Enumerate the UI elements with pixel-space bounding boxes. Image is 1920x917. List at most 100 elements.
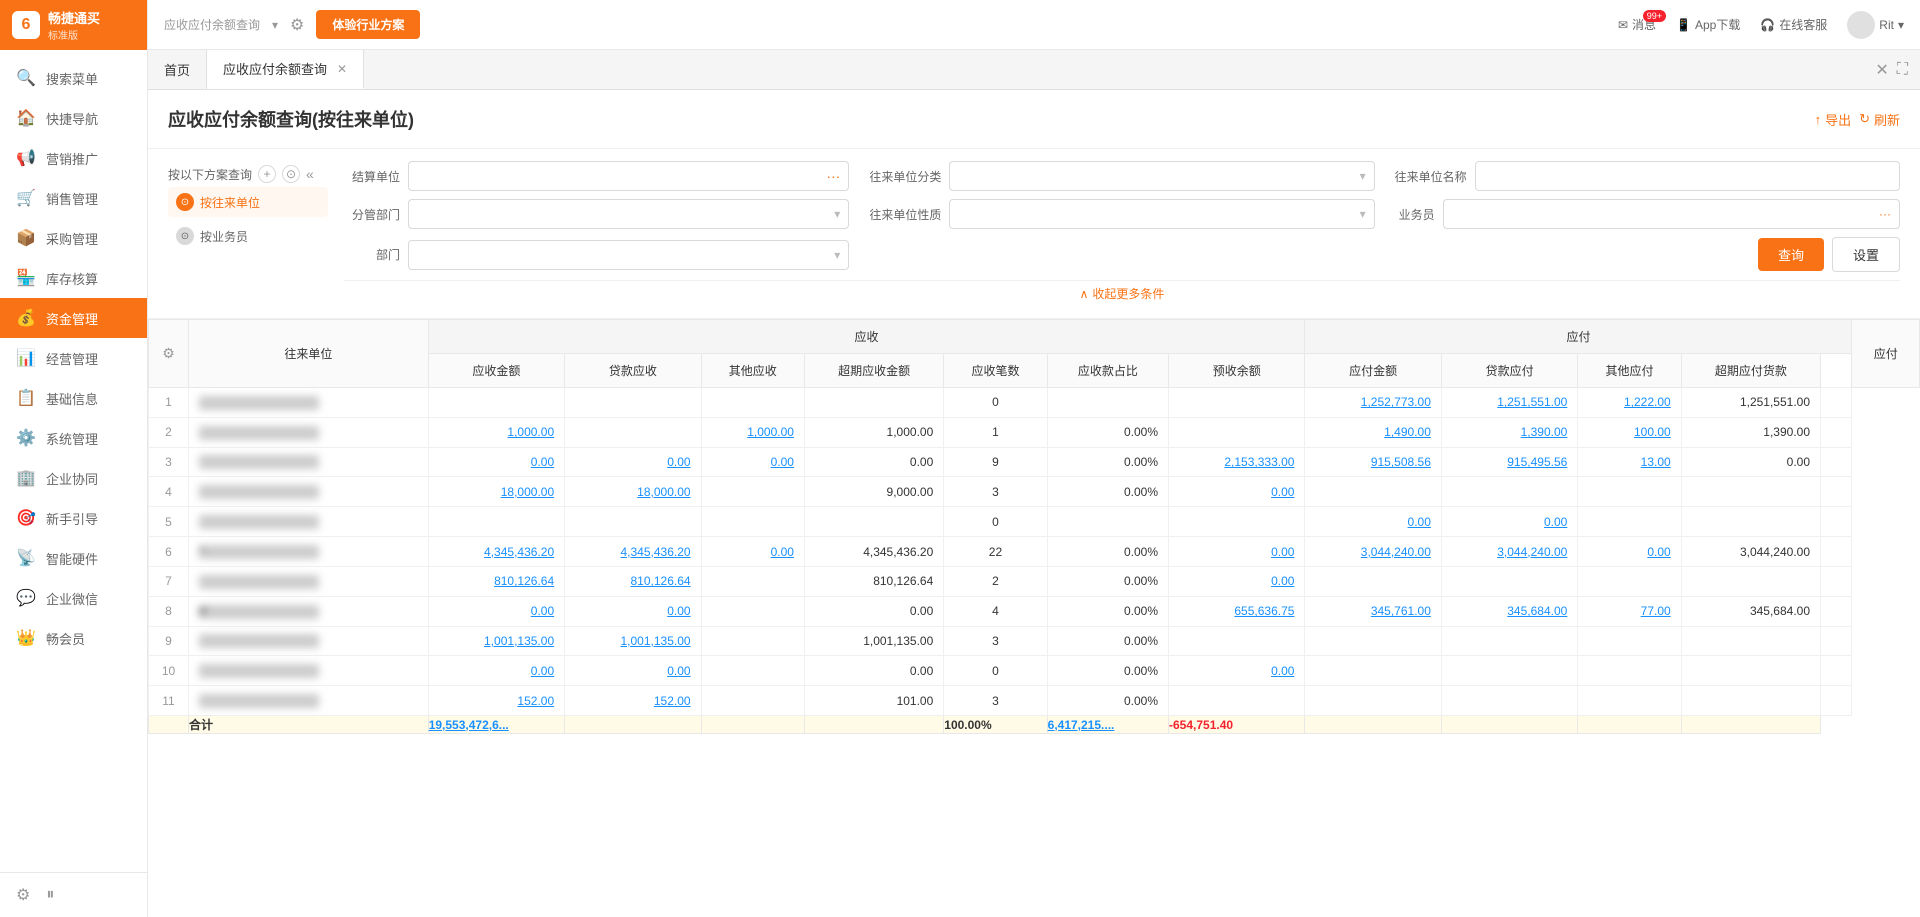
header-breadcrumb: 应收应付余额查询 — [164, 16, 260, 33]
table-cell-link[interactable]: 0.00 — [565, 447, 701, 477]
table-cell-link[interactable]: 18,000.00 — [428, 477, 564, 507]
table-cell-link[interactable]: 1,000.00 — [701, 417, 804, 447]
table-cell-link[interactable]: 1,490.00 — [1305, 417, 1441, 447]
table-cell-link[interactable]: 345,684.00 — [1441, 596, 1577, 626]
sidebar-item-inventory[interactable]: 🏪 库存核算 — [0, 258, 147, 298]
sidebar-item-quicknav[interactable]: 🏠 快捷导航 — [0, 98, 147, 138]
tfoot-receivable-amount[interactable]: 19,553,472,6... — [428, 716, 564, 734]
table-cell: 6 — [149, 537, 189, 567]
user-menu[interactable]: Rit ▾ — [1847, 11, 1904, 39]
sidebar-item-member[interactable]: 👑 畅会员 — [0, 618, 147, 658]
sidebar-item-operations[interactable]: 📊 经营管理 — [0, 338, 147, 378]
footer-settings-icon[interactable]: ⚙ — [16, 885, 30, 905]
sidebar-item-enterprise[interactable]: 🏢 企业协同 — [0, 458, 147, 498]
partner-nature-input[interactable]: ▾ — [949, 199, 1374, 229]
table-cell-link[interactable]: 0.00 — [701, 537, 804, 567]
sidebar-item-purchase[interactable]: 📦 采购管理 — [0, 218, 147, 258]
sidebar-item-system[interactable]: ⚙️ 系统管理 — [0, 418, 147, 458]
solution-button[interactable]: 体验行业方案 — [316, 10, 420, 39]
message-button[interactable]: ✉ 消息 99+ — [1618, 16, 1656, 33]
sidebar-item-basic[interactable]: 📋 基础信息 — [0, 378, 147, 418]
dept-manager-input[interactable]: ▾ — [408, 199, 849, 229]
table-cell-link[interactable]: 13.00 — [1578, 447, 1681, 477]
table-cell-link[interactable]: 655,636.75 — [1169, 596, 1305, 626]
table-cell-link[interactable]: 0.00 — [701, 447, 804, 477]
sidebar-item-sales[interactable]: 🛒 销售管理 — [0, 178, 147, 218]
table-cell-link[interactable]: 4,345,436.20 — [565, 537, 701, 567]
table-cell-link[interactable]: 152.00 — [428, 686, 564, 716]
export-button[interactable]: ↑ 导出 — [1815, 110, 1852, 129]
sidebar-item-search[interactable]: 🔍 搜索菜单 — [0, 58, 147, 98]
tab-expand-btn[interactable]: ⛶ — [1897, 61, 1908, 79]
table-settings-icon[interactable]: ⚙ — [162, 345, 175, 361]
table-cell-link — [1305, 656, 1441, 686]
table-cell-link[interactable]: 0.00 — [428, 447, 564, 477]
sidebar-item-guide[interactable]: 🎯 新手引导 — [0, 498, 147, 538]
sidebar-item-hardware[interactable]: 📡 智能硬件 — [0, 538, 147, 578]
table-cell-link[interactable]: 0.00 — [1578, 537, 1681, 567]
table-wrapper: ⚙ 往来单位 应收 应付 应付 应收金额 贷款应收 其他应收 超期应收金额 — [148, 319, 1920, 734]
settings-button[interactable]: 设置 — [1832, 237, 1900, 272]
table-cell-link[interactable]: 2,153,333.00 — [1169, 447, 1305, 477]
th-loan-payable: 贷款应付 — [1441, 354, 1577, 388]
query-button[interactable]: 查询 — [1758, 238, 1824, 271]
settlement-unit-input[interactable]: ··· — [408, 161, 849, 191]
tab-close-icon[interactable]: ✕ — [337, 62, 347, 76]
edit-filter-btn[interactable]: ⊙ — [282, 165, 300, 183]
table-cell-link[interactable]: 810,126.64 — [428, 566, 564, 596]
app-download-button[interactable]: 📱 App下载 — [1676, 16, 1740, 33]
footer-collapse-icon[interactable]: ⏸ — [46, 886, 54, 904]
filter-collapse-btn[interactable]: ∧ 收起更多条件 — [344, 280, 1900, 306]
add-filter-btn[interactable]: + — [258, 165, 276, 183]
table-cell-link[interactable]: 3,044,240.00 — [1441, 537, 1577, 567]
table-cell-link[interactable]: 100.00 — [1578, 417, 1681, 447]
tab-home[interactable]: 首页 — [148, 50, 207, 89]
sidebar-item-marketing[interactable]: 📢 营销推广 — [0, 138, 147, 178]
table-cell-link[interactable]: 0.00 — [1305, 507, 1441, 537]
filter-collapse-left-btn[interactable]: « — [306, 166, 314, 182]
salesman-input[interactable]: ··· — [1443, 199, 1900, 229]
table-cell-link[interactable]: 1,001,135.00 — [428, 626, 564, 656]
sidebar-item-wechat[interactable]: 💬 企业微信 — [0, 578, 147, 618]
tab-close-btn[interactable]: ✕ — [1875, 60, 1888, 80]
table-cell-link[interactable]: 1,251,551.00 — [1441, 388, 1577, 418]
table-cell-link[interactable]: 0.00 — [565, 656, 701, 686]
service-button[interactable]: 🎧 在线客服 — [1760, 16, 1827, 33]
partner-name-input[interactable] — [1475, 161, 1900, 191]
partner-category-input[interactable]: ▾ — [949, 161, 1374, 191]
table-cell-link[interactable]: 0.00 — [1169, 537, 1305, 567]
table-cell-link[interactable]: 1,001,135.00 — [565, 626, 701, 656]
table-cell-link[interactable]: 0.00 — [428, 596, 564, 626]
table-cell-link[interactable]: 0.00 — [1169, 477, 1305, 507]
table-cell-link[interactable]: 1,222.00 — [1578, 388, 1681, 418]
table-cell: 1 — [944, 417, 1047, 447]
table-cell-link[interactable]: 1,000.00 — [428, 417, 564, 447]
table-cell-link[interactable]: 1,252,773.00 — [1305, 388, 1441, 418]
refresh-label: 刷新 — [1874, 110, 1900, 129]
sidebar-item-finance[interactable]: 💰 资金管理 — [0, 298, 147, 338]
table-cell-link[interactable]: 810,126.64 — [565, 566, 701, 596]
filter-option-staff[interactable]: ⊙ 按业务员 — [168, 221, 328, 251]
table-cell-link[interactable]: 4,345,436.20 — [428, 537, 564, 567]
refresh-button[interactable]: ↻ 刷新 — [1859, 110, 1900, 129]
table-cell-link[interactable]: 0.00 — [428, 656, 564, 686]
table-cell-link[interactable]: 18,000.00 — [565, 477, 701, 507]
table-cell-link[interactable]: 0.00 — [1441, 507, 1577, 537]
table-cell-link[interactable]: 0.00 — [1169, 566, 1305, 596]
table-cell-link[interactable]: 0.00 — [1169, 656, 1305, 686]
header-gear-icon[interactable]: ⚙ — [290, 15, 304, 35]
tfoot-prepaid-balance[interactable]: 6,417,215.... — [1047, 716, 1168, 734]
table-cell-link[interactable]: 345,761.00 — [1305, 596, 1441, 626]
table-cell-link[interactable]: 152.00 — [565, 686, 701, 716]
table-cell-link[interactable]: 3,044,240.00 — [1305, 537, 1441, 567]
filter-option-unit[interactable]: ⊙ 按往来单位 — [168, 187, 328, 217]
tab-receivable[interactable]: 应收应付余额查询 ✕ — [207, 50, 364, 89]
th-payable-group: 应付 — [1305, 320, 1852, 354]
table-cell-link[interactable]: 0.00 — [565, 596, 701, 626]
table-cell-link[interactable]: 1,390.00 — [1441, 417, 1577, 447]
table-cell-link[interactable]: 915,495.56 — [1441, 447, 1577, 477]
header-chevron-icon[interactable]: ▾ — [272, 18, 278, 32]
table-cell-link[interactable]: 77.00 — [1578, 596, 1681, 626]
table-cell-link[interactable]: 915,508.56 — [1305, 447, 1441, 477]
department-input[interactable]: ▾ — [408, 240, 849, 270]
